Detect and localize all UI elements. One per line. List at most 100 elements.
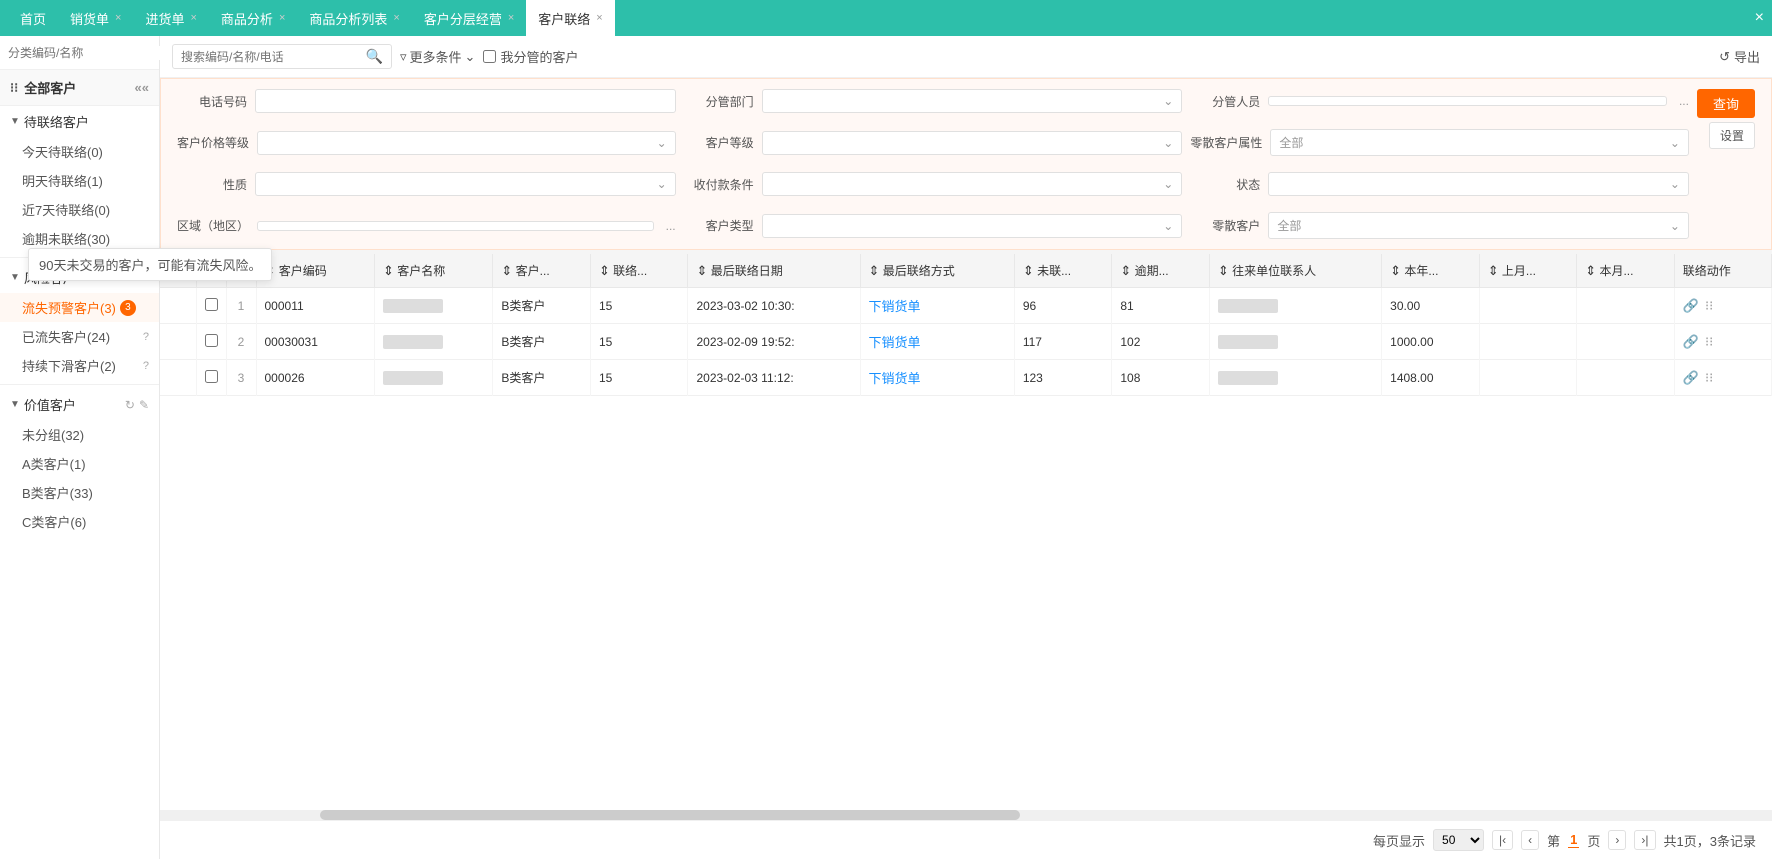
row-checkbox-cell[interactable]	[196, 360, 226, 396]
sidebar-item-class-b[interactable]: B类客户(33)	[0, 478, 159, 507]
sidebar-item-churned[interactable]: 已流失客户(24) ?	[0, 322, 159, 351]
name-col-header[interactable]: ⇕ 客户名称	[374, 254, 492, 288]
customer-level-label: 客户等级	[684, 134, 754, 151]
last-method-link[interactable]: 下销货单	[869, 371, 921, 386]
window-close-button[interactable]: ×	[1755, 9, 1764, 27]
sidebar-item-today[interactable]: 今天待联络(0)	[0, 137, 159, 166]
person-select[interactable]	[1268, 96, 1667, 106]
row-checkbox-0[interactable]	[205, 298, 218, 311]
collapse-icon[interactable]: ««	[135, 80, 149, 95]
type-col-header[interactable]: ⇕ 客户...	[493, 254, 591, 288]
last-contact-method-col-header[interactable]: ⇕ 最后联络方式	[860, 254, 1014, 288]
my-customers-checkbox[interactable]: 我分管的客户	[483, 47, 578, 66]
tab-home[interactable]: 首页	[8, 0, 58, 36]
current-page: 1	[1568, 832, 1579, 848]
region-more-btn[interactable]: ...	[666, 219, 676, 233]
sidebar-item-ungroup[interactable]: 未分组(32)	[0, 420, 159, 449]
my-customers-check[interactable]	[483, 50, 496, 63]
phone-input[interactable]	[255, 89, 676, 113]
sidebar-item-7days[interactable]: 近7天待联络(0)	[0, 195, 159, 224]
more-conditions-button[interactable]: ▿ 更多条件 ⌄	[400, 47, 475, 66]
blurred-unit	[1218, 299, 1278, 313]
first-page-button[interactable]: |‹	[1492, 830, 1513, 850]
last-contact-date-col-header[interactable]: ⇕ 最后联络日期	[688, 254, 860, 288]
query-button[interactable]: 查询	[1697, 89, 1755, 118]
row-checkbox-cell[interactable]	[196, 324, 226, 360]
sidebar-item-class-c[interactable]: C类客户(6)	[0, 507, 159, 536]
sidebar-group-risk: ▼ 风险客户 90天未交易的客户，可能有流失风险。 流失预警客户(3) 3 已流…	[0, 262, 159, 380]
region-select[interactable]	[257, 221, 654, 231]
prev-page-button[interactable]: ‹	[1521, 830, 1539, 850]
sort-icon-2: ⇕	[383, 263, 394, 278]
this-year-col-header[interactable]: ⇕ 本年...	[1382, 254, 1480, 288]
next-page-button[interactable]: ›	[1608, 830, 1626, 850]
refresh-icon[interactable]: ↻	[125, 398, 135, 412]
tab-close-product-analysis[interactable]: ×	[279, 12, 285, 24]
tab-close-customer-tier[interactable]: ×	[508, 12, 514, 24]
tab-purchase[interactable]: 进货单 ×	[133, 0, 208, 36]
zero-attr-label: 零散客户属性	[1190, 134, 1262, 151]
nature-select[interactable]: ⌄	[255, 172, 676, 196]
tab-close-customer-contact[interactable]: ×	[596, 12, 602, 24]
zero-attr-select[interactable]: 全部⌄	[1270, 129, 1689, 156]
export-button[interactable]: ↺ 导出	[1719, 47, 1760, 66]
tab-product-analysis[interactable]: 商品分析 ×	[209, 0, 297, 36]
action-link-icon[interactable]: 🔗	[1683, 298, 1699, 314]
sidebar-group-pending-title[interactable]: ▼ 待联络客户	[0, 106, 159, 137]
zero-customer-select[interactable]: 全部⌄	[1268, 212, 1689, 239]
person-more-btn[interactable]: ...	[1679, 94, 1689, 108]
horizontal-scrollbar[interactable]	[160, 810, 1772, 820]
code-col-header[interactable]: ⇕ 客户编码	[256, 254, 374, 288]
overdue-col-header[interactable]: ⇕ 逾期...	[1112, 254, 1210, 288]
edit-icon[interactable]: ✎	[139, 398, 149, 412]
status-select[interactable]: ⌄	[1268, 172, 1689, 196]
dept-select[interactable]: ⌄	[762, 89, 1183, 113]
row-last-date-cell: 2023-02-03 11:12:	[688, 360, 860, 396]
last-method-link[interactable]: 下销货单	[869, 299, 921, 314]
row-checkbox-2[interactable]	[205, 370, 218, 383]
tab-customer-contact[interactable]: 客户联络 ×	[526, 0, 614, 36]
last-page-button[interactable]: ›|	[1634, 830, 1655, 850]
page-size-select[interactable]: 50 100 200	[1433, 829, 1484, 851]
action-link-icon[interactable]: 🔗	[1683, 334, 1699, 350]
tab-customer-tier[interactable]: 客户分层经营 ×	[412, 0, 526, 36]
search-input[interactable]	[181, 50, 366, 64]
sidebar-item-class-a[interactable]: A类客户(1)	[0, 449, 159, 478]
sidebar-item-declining[interactable]: 持续下滑客户(2) ?	[0, 351, 159, 380]
this-month-col-header[interactable]: ⇕ 本月...	[1577, 254, 1675, 288]
search-icon[interactable]: 🔍	[366, 48, 383, 65]
unit-contact-col-header[interactable]: ⇕ 往来单位联系人	[1209, 254, 1381, 288]
uncontacted-col-header[interactable]: ⇕ 未联...	[1014, 254, 1112, 288]
customer-type-select[interactable]: ⌄	[762, 214, 1183, 238]
tab-close-purchase[interactable]: ×	[190, 12, 196, 24]
action-grid-icon[interactable]: ⁝⁝	[1705, 334, 1713, 350]
action-link-icon[interactable]: 🔗	[1683, 370, 1699, 386]
contact-col-header[interactable]: ⇕ 联络...	[590, 254, 688, 288]
tab-product-list[interactable]: 商品分析列表 ×	[297, 0, 411, 36]
row-checkbox-1[interactable]	[205, 334, 218, 347]
customer-level-select[interactable]: ⌄	[762, 131, 1183, 155]
chevron-down-icon-6: ⌄	[657, 177, 667, 191]
last-method-link[interactable]: 下销货单	[869, 335, 921, 350]
last-month-col-header[interactable]: ⇕ 上月...	[1479, 254, 1577, 288]
scrollbar-thumb[interactable]	[320, 810, 1020, 820]
page-suffix: 页	[1587, 831, 1600, 850]
tab-close-product-list[interactable]: ×	[393, 12, 399, 24]
sort-icon-5: ⇕	[696, 263, 707, 278]
sidebar-item-churn-warning[interactable]: 流失预警客户(3) 3	[0, 293, 159, 322]
sidebar-all-customers[interactable]: ⁝⁝ 全部客户 ««	[0, 70, 159, 106]
status-label: 状态	[1190, 176, 1260, 193]
action-grid-icon[interactable]: ⁝⁝	[1705, 298, 1713, 314]
row-checkbox-cell[interactable]	[196, 288, 226, 324]
filter-bar: 🔍 ▿ 更多条件 ⌄ 我分管的客户 ↺ 导出	[160, 36, 1772, 78]
tab-close-sales[interactable]: ×	[115, 12, 121, 24]
row-action-cell: 🔗 ⁝⁝	[1674, 324, 1771, 360]
action-grid-icon[interactable]: ⁝⁝	[1705, 370, 1713, 386]
settings-button[interactable]: 设置	[1709, 122, 1755, 149]
payment-select[interactable]: ⌄	[762, 172, 1183, 196]
price-level-select[interactable]: ⌄	[257, 131, 676, 155]
sidebar-group-value-title[interactable]: ▼ 价值客户 ↻ ✎	[0, 389, 159, 420]
sidebar-search-input[interactable]	[8, 46, 163, 60]
sidebar-item-tomorrow[interactable]: 明天待联络(1)	[0, 166, 159, 195]
tab-sales[interactable]: 销货单 ×	[58, 0, 133, 36]
